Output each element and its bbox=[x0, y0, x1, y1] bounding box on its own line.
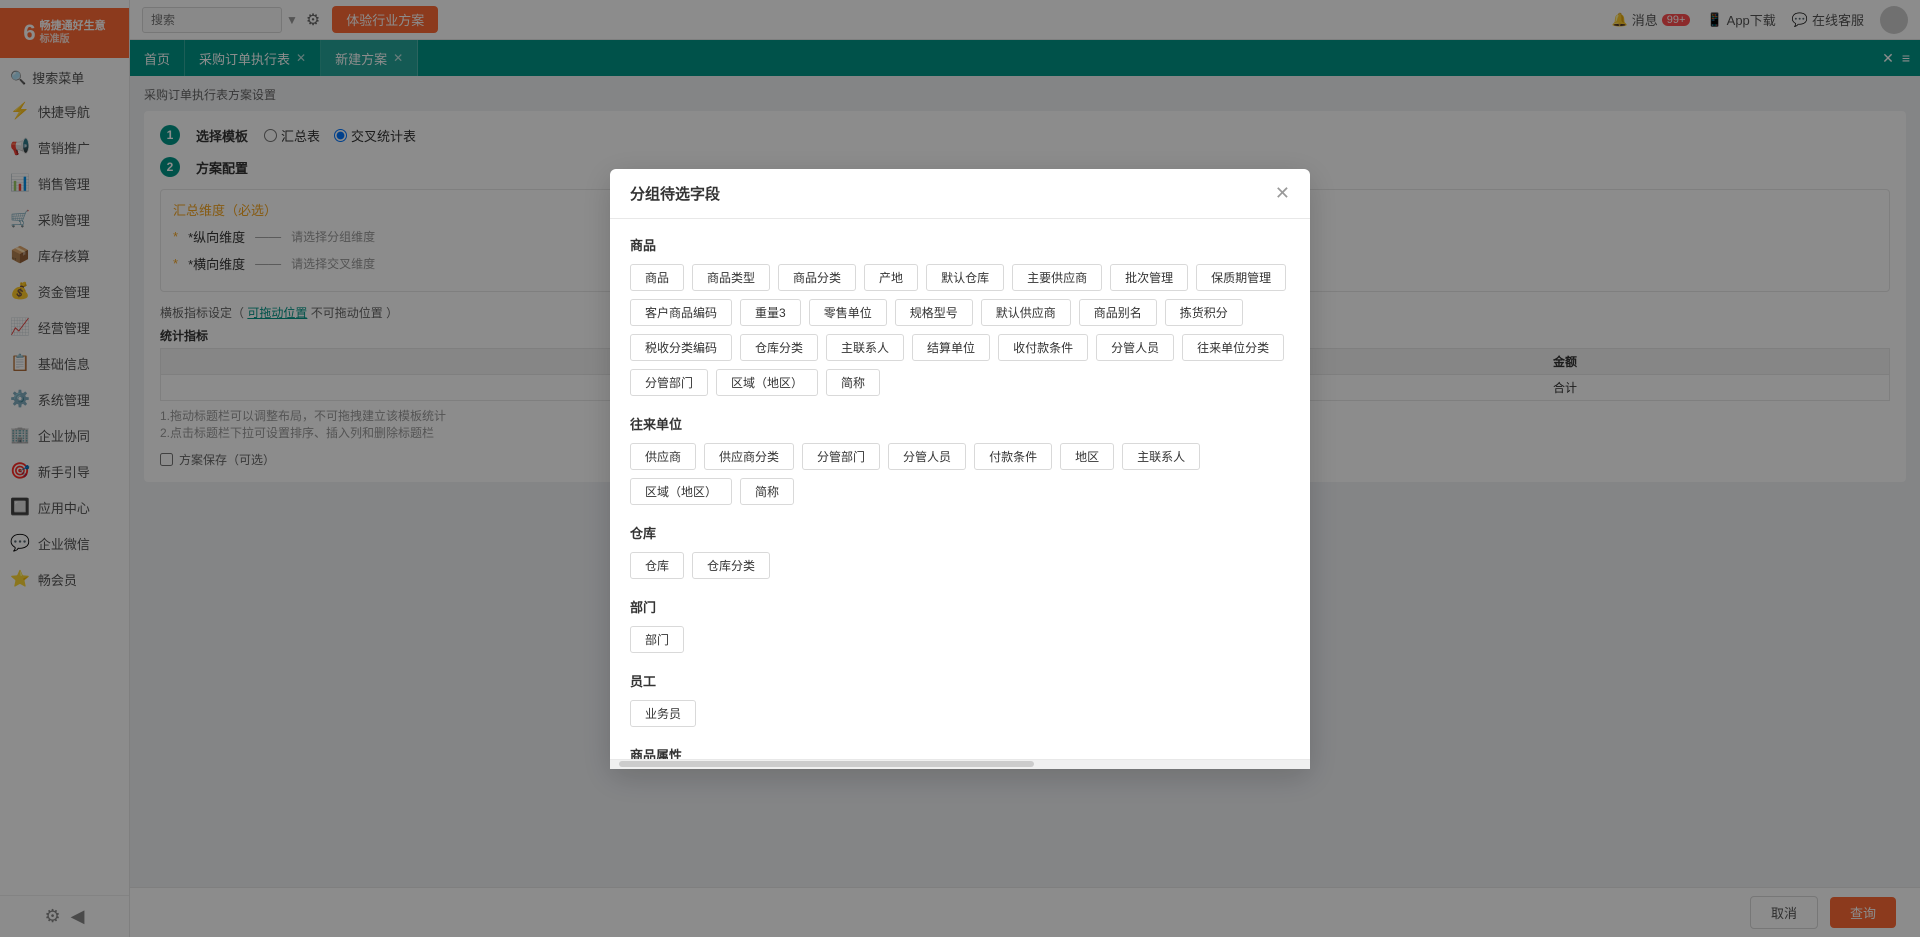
chip-product-17[interactable]: 主联系人 bbox=[826, 334, 904, 361]
chip-product-21[interactable]: 往来单位分类 bbox=[1182, 334, 1284, 361]
chip-product-1[interactable]: 商品类型 bbox=[692, 264, 770, 291]
section-partner-chips: 供应商 供应商分类 分管部门 分管人员 付款条件 地区 主联系人 区域（地区） … bbox=[630, 443, 1290, 505]
modal-overlay: 分组待选字段 ✕ 商品 商品 商品类型 商品分类 产地 默认仓库 主要供应商 批… bbox=[0, 0, 1920, 937]
chip-product-7[interactable]: 保质期管理 bbox=[1196, 264, 1286, 291]
section-department: 部门 部门 bbox=[630, 597, 1290, 653]
section-employee-title: 员工 bbox=[630, 671, 1290, 690]
chip-partner-5[interactable]: 地区 bbox=[1060, 443, 1114, 470]
chip-partner-6[interactable]: 主联系人 bbox=[1122, 443, 1200, 470]
chip-partner-7[interactable]: 区域（地区） bbox=[630, 478, 732, 505]
chip-product-2[interactable]: 商品分类 bbox=[778, 264, 856, 291]
modal-hscroll-thumb[interactable] bbox=[619, 761, 1034, 767]
field-select-modal: 分组待选字段 ✕ 商品 商品 商品类型 商品分类 产地 默认仓库 主要供应商 批… bbox=[610, 169, 1310, 769]
chip-product-22[interactable]: 分管部门 bbox=[630, 369, 708, 396]
modal-horizontal-scrollbar[interactable] bbox=[610, 759, 1310, 769]
chip-partner-3[interactable]: 分管人员 bbox=[888, 443, 966, 470]
section-product-chips: 商品 商品类型 商品分类 产地 默认仓库 主要供应商 批次管理 保质期管理 客户… bbox=[630, 264, 1290, 396]
chip-partner-0[interactable]: 供应商 bbox=[630, 443, 696, 470]
chip-partner-1[interactable]: 供应商分类 bbox=[704, 443, 794, 470]
chip-product-12[interactable]: 默认供应商 bbox=[981, 299, 1071, 326]
chip-product-10[interactable]: 零售单位 bbox=[809, 299, 887, 326]
modal-header: 分组待选字段 ✕ bbox=[610, 169, 1310, 219]
chip-employee-0[interactable]: 业务员 bbox=[630, 700, 696, 727]
section-warehouse: 仓库 仓库 仓库分类 bbox=[630, 523, 1290, 579]
chip-product-0[interactable]: 商品 bbox=[630, 264, 684, 291]
chip-product-16[interactable]: 仓库分类 bbox=[740, 334, 818, 361]
section-partner: 往来单位 供应商 供应商分类 分管部门 分管人员 付款条件 地区 主联系人 区域… bbox=[630, 414, 1290, 505]
chip-product-18[interactable]: 结算单位 bbox=[912, 334, 990, 361]
section-employee-chips: 业务员 bbox=[630, 700, 1290, 727]
chip-partner-4[interactable]: 付款条件 bbox=[974, 443, 1052, 470]
modal-close-button[interactable]: ✕ bbox=[1275, 183, 1290, 204]
chip-product-11[interactable]: 规格型号 bbox=[895, 299, 973, 326]
chip-department-0[interactable]: 部门 bbox=[630, 626, 684, 653]
chip-product-23[interactable]: 区域（地区） bbox=[716, 369, 818, 396]
chip-product-24[interactable]: 简称 bbox=[826, 369, 880, 396]
section-employee: 员工 业务员 bbox=[630, 671, 1290, 727]
chip-warehouse-1[interactable]: 仓库分类 bbox=[692, 552, 770, 579]
chip-product-4[interactable]: 默认仓库 bbox=[926, 264, 1004, 291]
chip-product-8[interactable]: 客户商品编码 bbox=[630, 299, 732, 326]
chip-product-3[interactable]: 产地 bbox=[864, 264, 918, 291]
chip-partner-2[interactable]: 分管部门 bbox=[802, 443, 880, 470]
section-product-attr: 商品属性 属性 颜色 多规格 尺码 鞋码 1 bbox=[630, 745, 1290, 759]
section-product-title: 商品 bbox=[630, 235, 1290, 254]
section-partner-title: 往来单位 bbox=[630, 414, 1290, 433]
chip-product-6[interactable]: 批次管理 bbox=[1110, 264, 1188, 291]
section-warehouse-title: 仓库 bbox=[630, 523, 1290, 542]
section-product-attr-title: 商品属性 bbox=[630, 745, 1290, 759]
chip-product-13[interactable]: 商品别名 bbox=[1079, 299, 1157, 326]
section-warehouse-chips: 仓库 仓库分类 bbox=[630, 552, 1290, 579]
chip-partner-8[interactable]: 简称 bbox=[740, 478, 794, 505]
chip-product-19[interactable]: 收付款条件 bbox=[998, 334, 1088, 361]
chip-product-14[interactable]: 拣货积分 bbox=[1165, 299, 1243, 326]
chip-warehouse-0[interactable]: 仓库 bbox=[630, 552, 684, 579]
chip-product-9[interactable]: 重量3 bbox=[740, 299, 801, 326]
modal-body[interactable]: 商品 商品 商品类型 商品分类 产地 默认仓库 主要供应商 批次管理 保质期管理… bbox=[610, 219, 1310, 759]
modal-title: 分组待选字段 bbox=[630, 183, 720, 204]
chip-product-15[interactable]: 税收分类编码 bbox=[630, 334, 732, 361]
chip-product-20[interactable]: 分管人员 bbox=[1096, 334, 1174, 361]
chip-product-5[interactable]: 主要供应商 bbox=[1012, 264, 1102, 291]
section-product: 商品 商品 商品类型 商品分类 产地 默认仓库 主要供应商 批次管理 保质期管理… bbox=[630, 235, 1290, 396]
section-department-chips: 部门 bbox=[630, 626, 1290, 653]
section-department-title: 部门 bbox=[630, 597, 1290, 616]
